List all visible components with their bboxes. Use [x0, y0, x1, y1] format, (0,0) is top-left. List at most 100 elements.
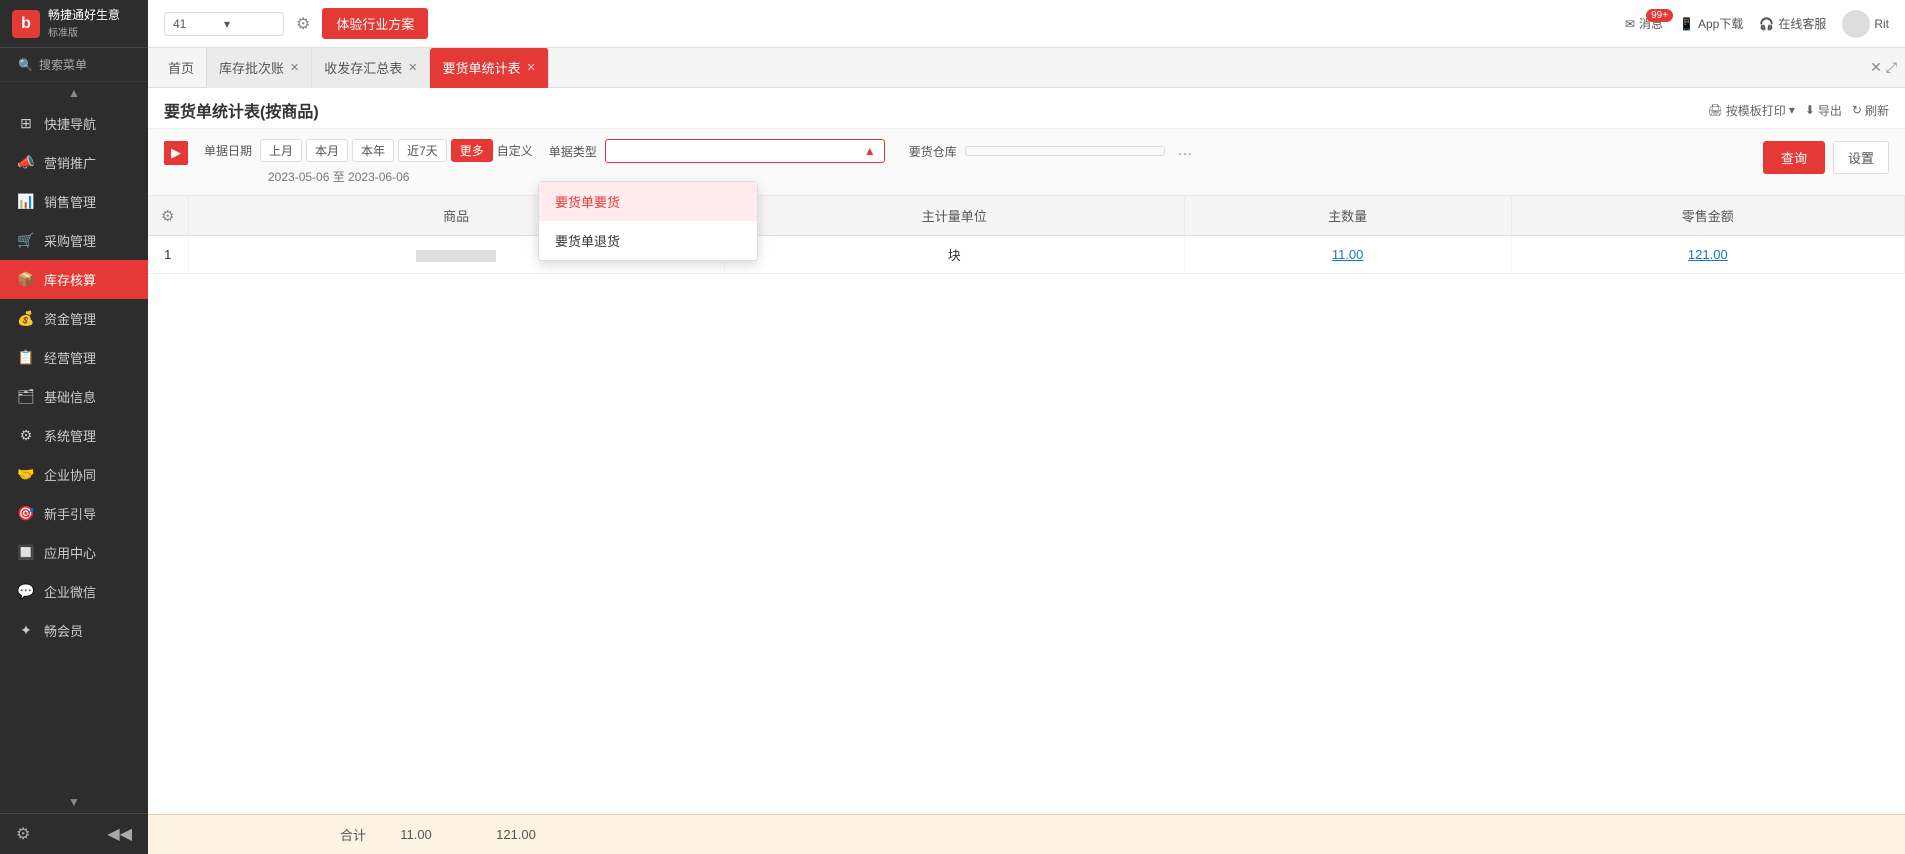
- data-table: ⚙ 商品 主计量单位 主数量 零售金额 1 块: [148, 196, 1905, 274]
- tab-home[interactable]: 首页: [156, 48, 207, 88]
- sidebar-bottom: ⚙ ◀◀: [0, 813, 148, 854]
- enterprise-icon: 🤝: [16, 466, 36, 483]
- tab-order-stats-close[interactable]: ✕: [527, 61, 536, 74]
- filter-type-group: 单据类型 ▲ 要货仓库 …: [549, 139, 1747, 163]
- tabs-bar: 首页 库存批次账 ✕ 收发存汇总表 ✕ 要货单统计表 ✕ ✕ ⤢: [148, 48, 1905, 88]
- sidebar-scroll-up[interactable]: ▲: [0, 82, 148, 104]
- sidebar-item-system[interactable]: ⚙ 系统管理: [0, 416, 148, 455]
- sidebar-item-label: 资金管理: [44, 309, 96, 328]
- col-quantity-header: 主数量: [1184, 196, 1511, 236]
- sidebar-item-basic[interactable]: 🗂 基础信息: [0, 377, 148, 416]
- date-quick-btns: 上月 本月 本年 近7天 更多 自定义: [260, 139, 533, 162]
- filter-action-btns: 查询 设置: [1763, 141, 1889, 174]
- operation-icon: 📋: [16, 349, 36, 366]
- main-area: 41 ▾ ⚙ 体验行业方案 ✉ 消息 99+ 📱 App下载 🎧 在线客服 R: [148, 0, 1905, 854]
- online-service-link[interactable]: 🎧 在线客服: [1759, 15, 1826, 32]
- app-download-link[interactable]: 📱 App下载: [1679, 15, 1743, 32]
- sidebar-item-quick-nav[interactable]: ⊞ 快捷导航: [0, 104, 148, 143]
- messages-badge[interactable]: ✉ 消息 99+: [1625, 15, 1663, 32]
- sidebar-item-marketing[interactable]: 📣 营销推广: [0, 143, 148, 182]
- query-btn[interactable]: 查询: [1763, 141, 1825, 174]
- user-profile[interactable]: Rit: [1842, 10, 1889, 38]
- sidebar-item-label: 应用中心: [44, 543, 96, 562]
- tab-batch-stock[interactable]: 库存批次账 ✕: [207, 48, 312, 88]
- more-options-icon[interactable]: …: [1177, 142, 1193, 160]
- table-header-row: ⚙ 商品 主计量单位 主数量 零售金额: [148, 196, 1905, 236]
- table-settings-icon[interactable]: ⚙: [161, 208, 174, 225]
- messages-count: 99+: [1646, 9, 1673, 22]
- sidebar-item-enterprise[interactable]: 🤝 企业协同: [0, 455, 148, 494]
- filter-date-row: 单据日期 上月 本月 本年 近7天 更多 自定义: [204, 139, 533, 162]
- tab-order-stats[interactable]: 要货单统计表 ✕: [430, 48, 548, 88]
- sidebar-item-apps[interactable]: 🔲 应用中心: [0, 533, 148, 572]
- dropdown-item-order-return[interactable]: 要货单退货: [539, 221, 757, 260]
- message-icon: ✉: [1625, 17, 1635, 31]
- sidebar-item-label: 经营管理: [44, 348, 96, 367]
- search-menu[interactable]: 🔍 搜索菜单: [0, 48, 148, 82]
- row-unit: 块: [724, 236, 1184, 274]
- sidebar-item-inventory[interactable]: 📦 库存核算: [0, 260, 148, 299]
- sidebar-item-guide[interactable]: 🎯 新手引导: [0, 494, 148, 533]
- tab-batch-stock-label: 库存批次账: [219, 58, 284, 77]
- row-quantity[interactable]: 11.00: [1184, 236, 1511, 274]
- sidebar-item-finance[interactable]: 💰 资金管理: [0, 299, 148, 338]
- sidebar-scroll-down[interactable]: ▼: [0, 791, 148, 813]
- print-chevron: ▾: [1789, 103, 1795, 117]
- warehouse-label: 要货仓库: [909, 143, 957, 160]
- tab-batch-stock-close[interactable]: ✕: [290, 61, 299, 74]
- chevron-down-icon: ▾: [224, 17, 271, 31]
- page-header: 要货单统计表(按商品) 🖨 按模板打印 ▾ ⬇ 导出 ↻ 刷新: [148, 88, 1905, 129]
- settings-btn[interactable]: 设置: [1833, 141, 1889, 174]
- trial-btn[interactable]: 体验行业方案: [322, 8, 428, 39]
- sidebar-item-operation[interactable]: 📋 经营管理: [0, 338, 148, 377]
- phone-icon: 📱: [1679, 17, 1694, 31]
- col-unit-header: 主计量单位: [724, 196, 1184, 236]
- row-amount[interactable]: 121.00: [1511, 236, 1904, 274]
- date-btn-prev-month[interactable]: 上月: [260, 139, 302, 162]
- date-btn-7days[interactable]: 近7天: [398, 139, 447, 162]
- sidebar-item-wechat[interactable]: 💬 企业微信: [0, 572, 148, 611]
- tab-recv-send-close[interactable]: ✕: [408, 61, 417, 74]
- wechat-icon: 💬: [16, 583, 36, 600]
- date-btn-this-month[interactable]: 本月: [306, 139, 348, 162]
- export-btn[interactable]: ⬇ 导出: [1805, 102, 1842, 119]
- footer-values: 11.00 121.00: [366, 827, 566, 842]
- filter-bar: ▶ 单据日期 上月 本月 本年 近7天 更多 自定义 2023-05-06 至: [148, 129, 1905, 196]
- print-btn[interactable]: 🖨 按模板打印 ▾: [1708, 102, 1795, 119]
- settings-icon[interactable]: ⚙: [16, 824, 30, 844]
- type-select-input[interactable]: [614, 144, 864, 158]
- type-select-box[interactable]: ▲: [605, 139, 885, 163]
- date-btn-this-year[interactable]: 本年: [352, 139, 394, 162]
- sidebar-item-purchase[interactable]: 🛒 采购管理: [0, 221, 148, 260]
- tab-close-all-icon[interactable]: ✕: [1870, 59, 1882, 76]
- type-select-chevron-up-icon[interactable]: ▲: [864, 144, 876, 158]
- company-selector[interactable]: 41 ▾: [164, 12, 284, 36]
- topbar-gear-icon[interactable]: ⚙: [296, 14, 310, 34]
- sidebar: b 畅捷通好生意 标准版 🔍 搜索菜单 ▲ ⊞ 快捷导航 📣 营销推广 📊 销售…: [0, 0, 148, 854]
- sidebar-item-member[interactable]: ✦ 畅会员: [0, 611, 148, 650]
- tab-expand-icon[interactable]: ⤢: [1886, 59, 1897, 76]
- row-index: 1: [148, 236, 188, 274]
- export-icon: ⬇: [1805, 103, 1815, 117]
- refresh-btn[interactable]: ↻ 刷新: [1852, 102, 1889, 119]
- sidebar-item-label: 快捷导航: [44, 114, 96, 133]
- tab-home-label: 首页: [168, 58, 194, 77]
- warehouse-select-box[interactable]: [965, 146, 1165, 156]
- user-name: Rit: [1874, 17, 1889, 31]
- quick-nav-icon: ⊞: [16, 115, 36, 132]
- sidebar-item-sales[interactable]: 📊 销售管理: [0, 182, 148, 221]
- filter-expand-btn[interactable]: ▶: [164, 141, 188, 165]
- sidebar-item-label: 畅会员: [44, 621, 83, 640]
- date-btn-more[interactable]: 更多: [451, 139, 493, 162]
- sidebar-item-label: 企业微信: [44, 582, 96, 601]
- product-placeholder: [416, 250, 496, 262]
- table-footer: 合计 11.00 121.00: [148, 814, 1905, 854]
- collapse-icon[interactable]: ◀◀: [107, 824, 132, 844]
- date-custom-label[interactable]: 自定义: [497, 142, 533, 159]
- logo-area: b 畅捷通好生意 标准版: [0, 0, 148, 48]
- tab-recv-send[interactable]: 收发存汇总表 ✕: [312, 48, 430, 88]
- apps-icon: 🔲: [16, 544, 36, 561]
- page-header-actions: 🖨 按模板打印 ▾ ⬇ 导出 ↻ 刷新: [1708, 102, 1889, 119]
- filter-date-group: 单据日期 上月 本月 本年 近7天 更多 自定义 2023-05-06 至 20…: [204, 139, 533, 185]
- dropdown-item-order-goods[interactable]: 要货单要货: [539, 182, 757, 221]
